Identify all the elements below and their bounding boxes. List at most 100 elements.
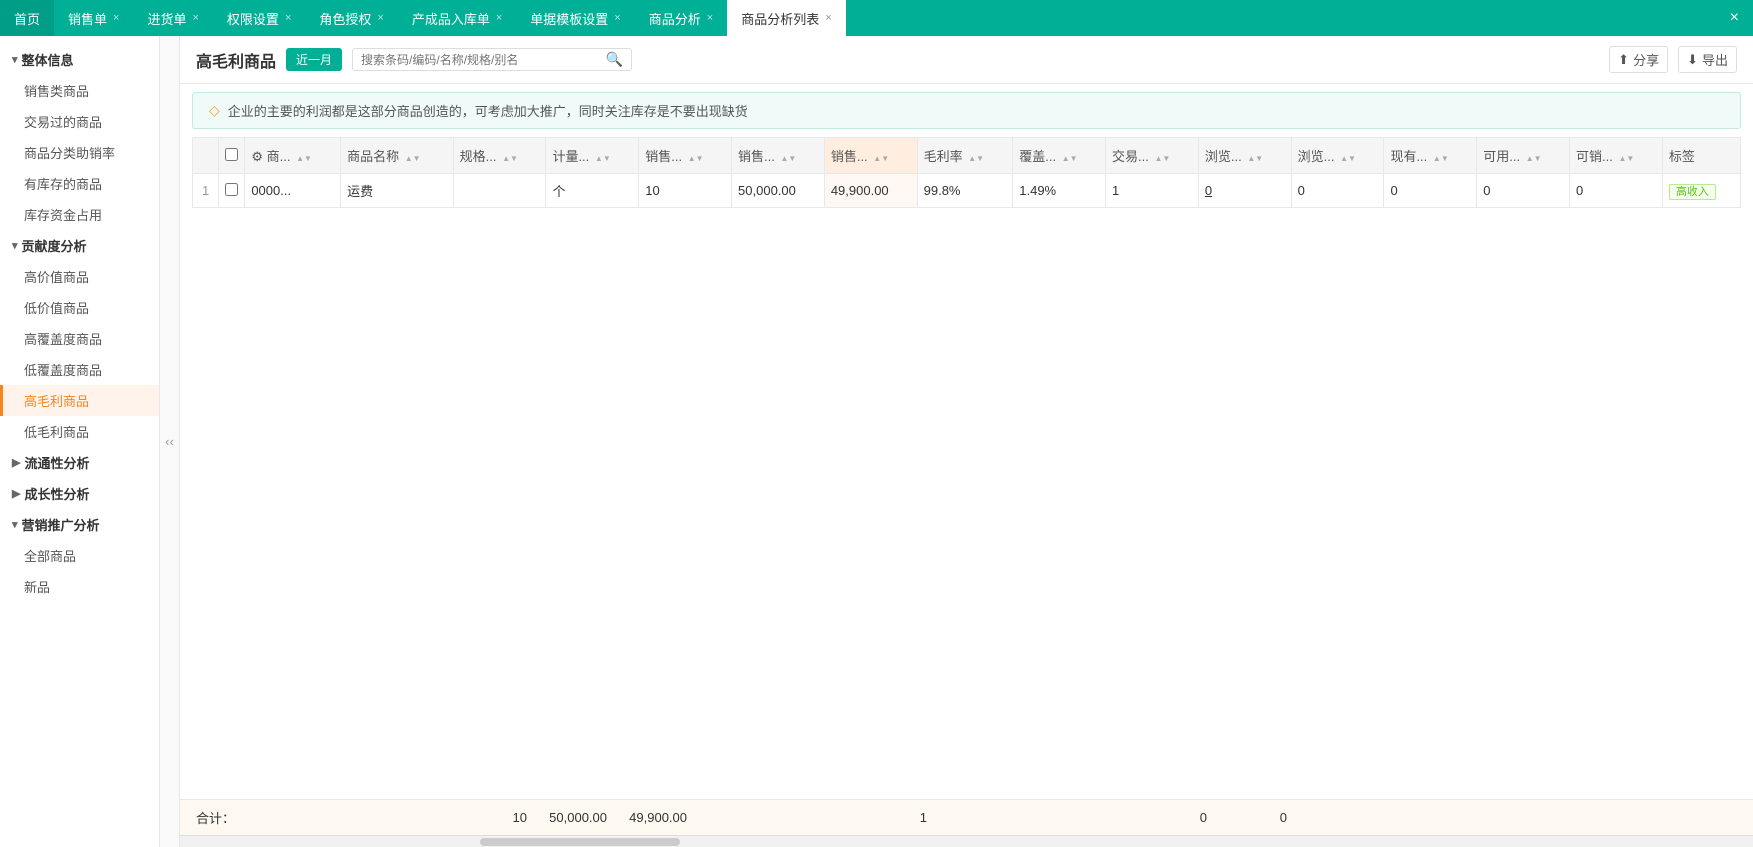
col-unit[interactable]: 计量... ▲▼ xyxy=(546,138,639,174)
sidebar-group-overall[interactable]: ▾ 整体信息 xyxy=(0,44,159,75)
nav-label: 权限设置 xyxy=(227,9,279,28)
col-transaction[interactable]: 交易... ▲▼ xyxy=(1106,138,1199,174)
sort-icon[interactable]: ▲▼ xyxy=(873,155,889,163)
sidebar-item-traded-goods[interactable]: 交易过的商品 xyxy=(0,106,159,137)
sidebar-item-in-stock-goods[interactable]: 有库存的商品 xyxy=(0,168,159,199)
sort-icon[interactable]: ▲▼ xyxy=(1340,155,1356,163)
sort-icon[interactable]: ▲▼ xyxy=(595,155,611,163)
nav-close-icon[interactable]: × xyxy=(496,12,502,24)
sidebar-item-category-sales-rate[interactable]: 商品分类助销率 xyxy=(0,137,159,168)
sort-icon[interactable]: ▲▼ xyxy=(405,155,421,163)
nav-close-icon[interactable]: × xyxy=(113,12,119,24)
col-rownum xyxy=(193,138,219,174)
col-header-settings-icon: ⚙ xyxy=(251,149,263,164)
nav-close-icon[interactable]: × xyxy=(614,12,620,24)
nav-permissions[interactable]: 权限设置 × xyxy=(213,0,305,36)
share-label: 分享 xyxy=(1633,50,1659,69)
sort-icon[interactable]: ▲▼ xyxy=(502,155,518,163)
nav-product-analysis-list[interactable]: 商品分析列表 × xyxy=(727,0,845,36)
sort-icon[interactable]: ▲▼ xyxy=(968,155,984,163)
sidebar-group-growth[interactable]: ▶ 成长性分析 xyxy=(0,478,159,509)
sidebar-item-high-margin[interactable]: 高毛利商品 xyxy=(0,385,159,416)
nav-template-settings[interactable]: 单据模板设置 × xyxy=(516,0,634,36)
col-gross-rate[interactable]: 毛利率 ▲▼ xyxy=(917,138,1013,174)
sidebar-item-inventory-capital[interactable]: 库存资金占用 xyxy=(0,199,159,230)
col-sales-amount[interactable]: 销售... ▲▼ xyxy=(732,138,825,174)
row-sales-amount-cell: 50,000.00 xyxy=(732,174,825,208)
search-icon[interactable]: 🔍 xyxy=(606,51,623,68)
sidebar-collapse-button[interactable]: ‹‹ xyxy=(160,36,180,847)
sidebar-item-new-goods[interactable]: 新品 xyxy=(0,571,159,602)
sidebar-item-high-value[interactable]: 高价值商品 xyxy=(0,261,159,292)
nav-label: 商品分析 xyxy=(649,9,701,28)
col-browse2[interactable]: 浏览... ▲▼ xyxy=(1291,138,1384,174)
sidebar-group-marketing[interactable]: ▾ 营销推广分析 xyxy=(0,509,159,540)
period-filter-button[interactable]: 近一月 xyxy=(286,48,342,71)
sidebar-item-high-coverage[interactable]: 高覆盖度商品 xyxy=(0,323,159,354)
sort-icon[interactable]: ▲▼ xyxy=(1247,155,1263,163)
row-checkbox[interactable] xyxy=(225,183,238,196)
footer-totals-bar: 合计： 10 50,000.00 49,900.00 1 0 0 xyxy=(180,799,1753,835)
sort-icon[interactable]: ▲▼ xyxy=(688,155,704,163)
footer-spacer xyxy=(255,810,455,825)
col-coverage[interactable]: 覆盖... ▲▼ xyxy=(1013,138,1106,174)
nav-close-icon[interactable]: × xyxy=(377,12,383,24)
col-spec[interactable]: 规格... ▲▼ xyxy=(453,138,546,174)
collapse-icon: ‹‹ xyxy=(165,434,174,449)
sidebar-group-liquidity[interactable]: ▶ 流通性分析 xyxy=(0,447,159,478)
sidebar-item-sales-goods[interactable]: 销售类商品 xyxy=(0,75,159,106)
sidebar-item-low-value[interactable]: 低价值商品 xyxy=(0,292,159,323)
sort-icon[interactable]: ▲▼ xyxy=(1433,155,1449,163)
share-button[interactable]: ⬆ 分享 xyxy=(1609,46,1668,73)
tag-badge: 高收入 xyxy=(1669,184,1716,200)
export-label: 导出 xyxy=(1702,50,1728,69)
sidebar-group-label: 营销推广分析 xyxy=(22,515,100,534)
sort-icon[interactable]: ▲▼ xyxy=(1062,155,1078,163)
expand-icon: ▾ xyxy=(12,239,18,252)
sort-icon[interactable]: ▲▼ xyxy=(781,155,797,163)
nav-home[interactable]: 首页 xyxy=(0,0,54,36)
scrollbar-thumb[interactable] xyxy=(480,838,680,846)
window-close-button[interactable]: × xyxy=(1716,0,1753,36)
sort-icon[interactable]: ▲▼ xyxy=(1526,155,1542,163)
expand-icon: ▶ xyxy=(12,487,20,500)
search-box: 🔍 xyxy=(352,48,632,71)
row-browse1-cell[interactable]: 0 xyxy=(1198,174,1291,208)
sidebar-item-low-margin[interactable]: 低毛利商品 xyxy=(0,416,159,447)
col-browse1[interactable]: 浏览... ▲▼ xyxy=(1198,138,1291,174)
col-current-stock[interactable]: 现有... ▲▼ xyxy=(1384,138,1477,174)
sort-icon[interactable]: ▲▼ xyxy=(296,155,312,163)
table-row: 1 0000... 运费 个 10 50,000.00 49,900.00 99… xyxy=(193,174,1741,208)
sidebar-item-low-coverage[interactable]: 低覆盖度商品 xyxy=(0,354,159,385)
nav-product-analysis[interactable]: 商品分析 × xyxy=(635,0,727,36)
row-browse2-cell: 0 xyxy=(1291,174,1384,208)
nav-close-icon[interactable]: × xyxy=(707,12,713,24)
sidebar-group-contribution[interactable]: ▾ 贡献度分析 xyxy=(0,230,159,261)
export-button[interactable]: ⬇ 导出 xyxy=(1678,46,1737,73)
search-input[interactable] xyxy=(361,53,606,67)
row-sellable-cell: 0 xyxy=(1570,174,1663,208)
sort-icon[interactable]: ▲▼ xyxy=(1619,155,1635,163)
sidebar-item-all-goods[interactable]: 全部商品 xyxy=(0,540,159,571)
col-available[interactable]: 可用... ▲▼ xyxy=(1477,138,1570,174)
nav-sales-order[interactable]: 销售单 × xyxy=(54,0,133,36)
col-sales-profit[interactable]: 销售... ▲▼ xyxy=(824,138,917,174)
footer-label: 合计： xyxy=(196,808,235,827)
table-header: ⚙ 商... ▲▼ 商品名称 ▲▼ 规格... ▲▼ xyxy=(193,138,1741,174)
horizontal-scrollbar[interactable] xyxy=(180,835,1753,847)
nav-product-warehouse[interactable]: 产成品入库单 × xyxy=(398,0,516,36)
nav-purchase-order[interactable]: 进货单 × xyxy=(133,0,212,36)
browse1-link[interactable]: 0 xyxy=(1205,183,1212,198)
sort-icon[interactable]: ▲▼ xyxy=(1155,155,1171,163)
nav-role-auth[interactable]: 角色授权 × xyxy=(305,0,397,36)
col-sellable[interactable]: 可销... ▲▼ xyxy=(1570,138,1663,174)
col-name[interactable]: 商品名称 ▲▼ xyxy=(341,138,454,174)
col-sales-qty[interactable]: 销售... ▲▼ xyxy=(639,138,732,174)
row-sales-profit-cell: 49,900.00 xyxy=(824,174,917,208)
nav-close-icon[interactable]: × xyxy=(825,12,831,24)
nav-close-icon[interactable]: × xyxy=(285,12,291,24)
select-all-checkbox[interactable] xyxy=(225,148,238,161)
col-code[interactable]: ⚙ 商... ▲▼ xyxy=(245,138,341,174)
content-header: 高毛利商品 近一月 🔍 ⬆ 分享 ⬇ 导出 xyxy=(180,36,1753,84)
nav-close-icon[interactable]: × xyxy=(192,12,198,24)
